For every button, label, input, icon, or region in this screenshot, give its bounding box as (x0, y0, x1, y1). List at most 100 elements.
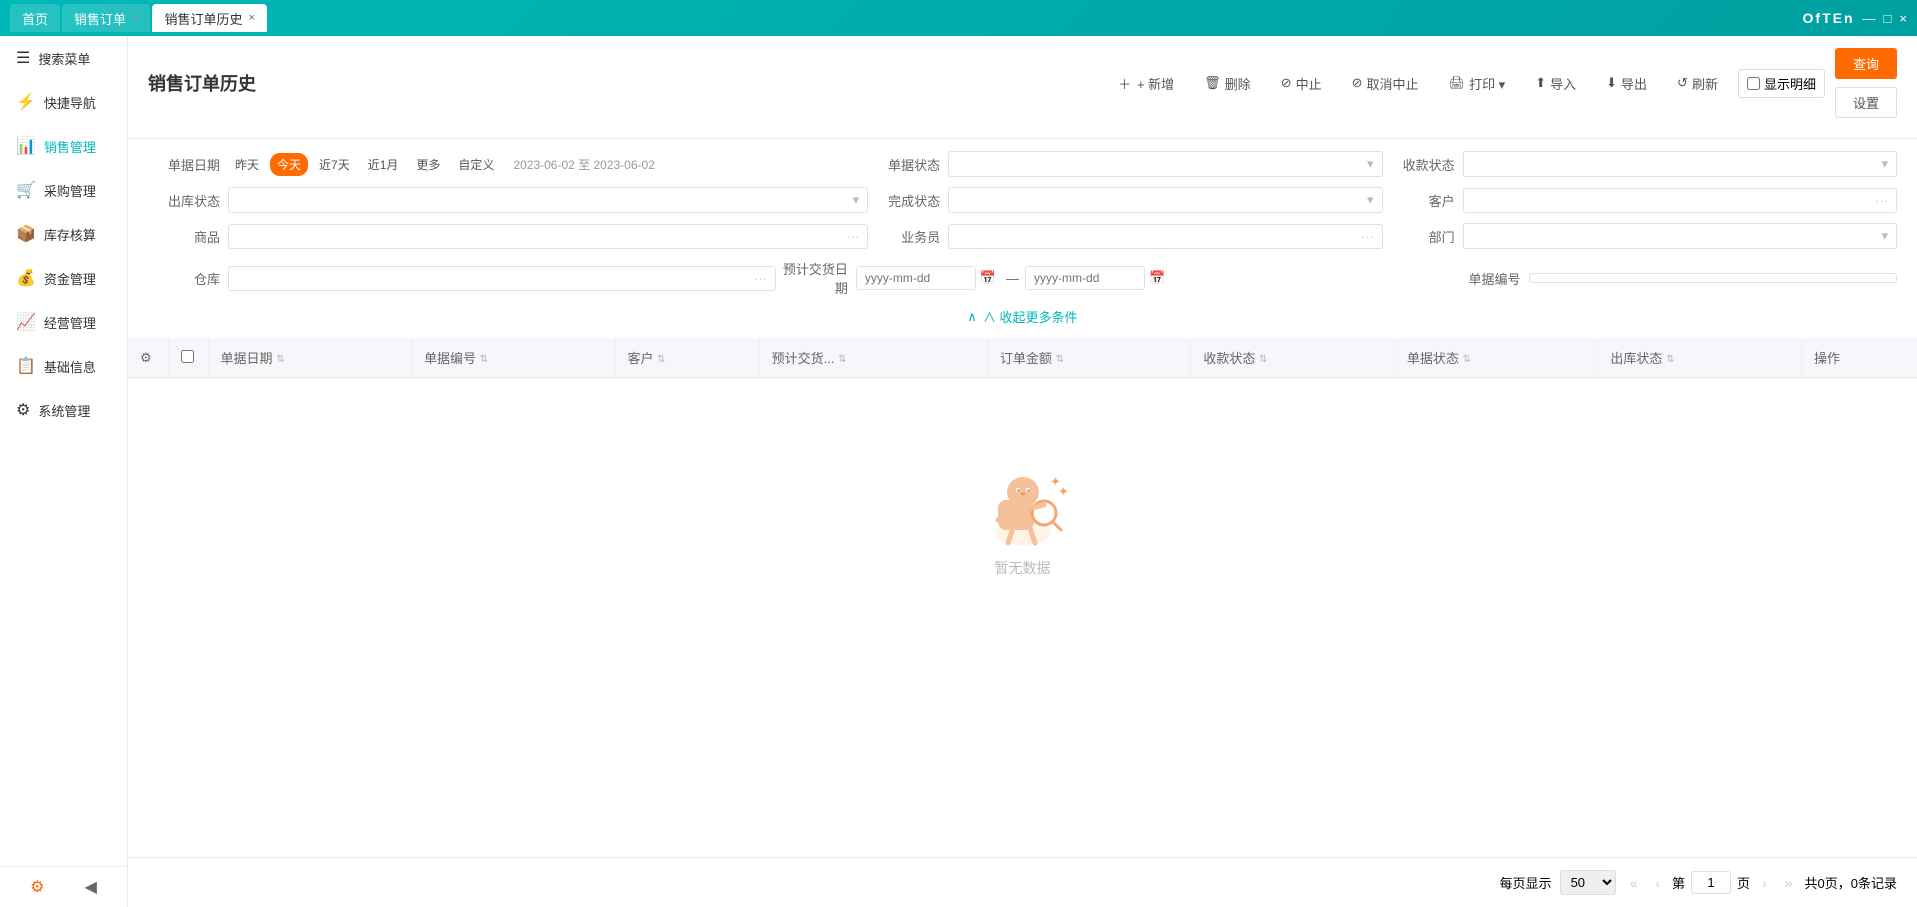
pagination: « ‹ 第 页 › » 共0页，0条记录 (1624, 871, 1897, 894)
collapse-filter-btn[interactable]: ∧ ∧ 收起更多条件 (148, 307, 1897, 326)
sidebar-item-finance[interactable]: 💰 资金管理 (0, 256, 127, 300)
sidebar-item-operations[interactable]: 📈 经营管理 (0, 300, 127, 344)
window-close[interactable]: × (1899, 11, 1907, 26)
order-status-chevron: ▾ (1367, 156, 1374, 172)
sidebar-item-search[interactable]: ☰ 搜索菜单 (0, 36, 127, 80)
settings-button[interactable]: 设置 (1835, 87, 1897, 118)
salesperson-input[interactable]: ··· (948, 224, 1382, 249)
table-col-operations: 操作 (1801, 338, 1917, 378)
sidebar-settings-icon[interactable]: ⚙ (30, 877, 44, 897)
receipt-status-select[interactable]: ▾ (1463, 151, 1897, 177)
window-minimize[interactable]: — (1863, 11, 1876, 26)
date-btn-today[interactable]: 今天 (270, 153, 308, 176)
sidebar-item-purchase[interactable]: 🛒 采购管理 (0, 168, 127, 212)
data-table: ⚙ 单据日期 ⇅ 单据编号 ⇅ 客户 ⇅ 预计交货... ⇅ 订单金额 ⇅ 收款… (128, 338, 1917, 658)
delete-button[interactable]: 🗑 删除 (1194, 69, 1261, 98)
sidebar-item-sales[interactable]: 📊 销售管理 (0, 124, 127, 168)
operations-icon: 📈 (16, 312, 36, 332)
page-number-input[interactable] (1691, 871, 1731, 894)
table-area: ⚙ 单据日期 ⇅ 单据编号 ⇅ 客户 ⇅ 预计交货... ⇅ 订单金额 ⇅ 收款… (128, 338, 1917, 857)
date-btn-1month[interactable]: 近1月 (361, 153, 406, 176)
product-dots-btn[interactable]: ··· (846, 229, 859, 244)
sidebar-item-basics[interactable]: 📋 基础信息 (0, 344, 127, 388)
first-page-button[interactable]: « (1624, 873, 1644, 893)
department-select[interactable]: ▾ (1463, 223, 1897, 249)
receipt-status-label: 收款状态 (1383, 155, 1463, 174)
select-all-checkbox[interactable] (181, 350, 194, 363)
order-number-input[interactable] (1529, 273, 1897, 283)
export-button[interactable]: ⬇ 导出 (1596, 69, 1657, 98)
sidebar-item-quicknav[interactable]: ⚡ 快捷导航 (0, 80, 127, 124)
date-btn-custom[interactable]: 自定义 (451, 153, 501, 176)
empty-text: 暂无数据 (995, 558, 1051, 578)
delivery-date-end[interactable] (1025, 266, 1145, 290)
customer-input[interactable]: ··· (1463, 188, 1897, 213)
table-header-row: ⚙ 单据日期 ⇅ 单据编号 ⇅ 客户 ⇅ 预计交货... ⇅ 订单金额 ⇅ 收款… (128, 338, 1917, 378)
order-status-label: 单据状态 (868, 155, 948, 174)
salesperson-dots-btn[interactable]: ··· (1361, 229, 1374, 244)
display-detail-checkbox[interactable]: 显示明细 (1738, 69, 1825, 98)
export-icon: ⬇ (1606, 75, 1617, 91)
table-col-settings[interactable]: ⚙ (128, 338, 168, 378)
delivery-date-start[interactable] (856, 266, 976, 290)
date-btn-yesterday[interactable]: 昨天 (228, 153, 266, 176)
search-menu-icon: ☰ (16, 48, 30, 68)
page-size-select[interactable]: 50 10 20 100 (1560, 870, 1616, 895)
main-layout: ☰ 搜索菜单 ⚡ 快捷导航 📊 销售管理 🛒 采购管理 📦 库存核算 💰 资金管… (0, 36, 1917, 907)
sidebar-label-purchase: 采购管理 (44, 181, 96, 200)
sidebar-item-inventory[interactable]: 📦 库存核算 (0, 212, 127, 256)
product-input[interactable]: ··· (228, 224, 868, 249)
sort-number-icon[interactable]: ⇅ (480, 354, 488, 365)
tab-sales-order-history[interactable]: 销售订单历史 × (152, 4, 266, 32)
sidebar-collapse-icon[interactable]: ◀ (85, 877, 97, 897)
page-header: 销售订单历史 ＋ + 新增 🗑 删除 ⊘ 中止 ⊘ 取消中止 (128, 36, 1917, 139)
stop-button[interactable]: ⊘ 中止 (1271, 69, 1332, 98)
sort-customer-icon[interactable]: ⇅ (657, 354, 665, 365)
completion-status-select[interactable]: ▾ (948, 187, 1382, 213)
refresh-icon: ↺ (1677, 75, 1688, 91)
table-col-receipt-status: 收款状态 ⇅ (1191, 338, 1395, 378)
warehouse-dots-btn[interactable]: ··· (754, 271, 767, 286)
close-tab-sales-order[interactable]: × (132, 12, 138, 24)
toolbar: ＋ + 新增 🗑 删除 ⊘ 中止 ⊘ 取消中止 🖨 打印 ▾ (1108, 48, 1897, 130)
prev-page-button[interactable]: ‹ (1649, 873, 1666, 893)
new-button[interactable]: ＋ + 新增 (1108, 69, 1184, 98)
sort-delivery-icon[interactable]: ⇅ (838, 354, 846, 365)
sort-receipt-icon[interactable]: ⇅ (1259, 354, 1267, 365)
sidebar-label-operations: 经营管理 (44, 313, 96, 332)
print-icon: 🖨 (1449, 75, 1466, 91)
sort-date-icon[interactable]: ⇅ (276, 354, 284, 365)
refresh-button[interactable]: ↺ 刷新 (1667, 69, 1728, 98)
close-tab-sales-order-history[interactable]: × (248, 12, 254, 24)
import-button[interactable]: ⬆ 导入 (1525, 69, 1586, 98)
warehouse-input[interactable]: ··· (228, 266, 776, 291)
sales-icon: 📊 (16, 136, 36, 156)
date-btn-7days[interactable]: 近7天 (312, 153, 357, 176)
tab-sales-order[interactable]: 销售订单 × (62, 4, 150, 32)
next-page-button[interactable]: › (1756, 873, 1773, 893)
table-footer: 每页显示 50 10 20 100 « ‹ 第 页 › » 共0页，0条记录 (128, 857, 1917, 907)
sidebar-bottom: ⚙ ◀ (0, 866, 127, 907)
order-status-select[interactable]: ▾ (948, 151, 1382, 177)
sidebar-item-system[interactable]: ⚙ 系统管理 (0, 388, 127, 432)
print-button[interactable]: 🖨 打印 ▾ (1439, 69, 1516, 98)
cancel-stop-button[interactable]: ⊘ 取消中止 (1342, 69, 1429, 98)
tab-home[interactable]: 首页 (10, 4, 60, 32)
calendar-end-icon[interactable]: 📅 (1149, 270, 1165, 286)
cancel-stop-icon: ⊘ (1352, 75, 1363, 91)
display-detail-input[interactable] (1747, 77, 1760, 90)
sort-outbound-icon[interactable]: ⇅ (1666, 354, 1674, 365)
date-label: 单据日期 (148, 155, 228, 174)
last-page-button[interactable]: » (1779, 873, 1799, 893)
sidebar-label-inventory: 库存核算 (44, 225, 96, 244)
date-btn-more[interactable]: 更多 (409, 153, 447, 176)
window-maximize[interactable]: □ (1884, 11, 1892, 26)
outbound-status-label: 出库状态 (148, 191, 228, 210)
outbound-status-select[interactable]: ▾ (228, 187, 868, 213)
sort-amount-icon[interactable]: ⇅ (1056, 354, 1064, 365)
query-button[interactable]: 查询 (1835, 48, 1897, 79)
sort-order-icon[interactable]: ⇅ (1463, 354, 1471, 365)
table-col-checkbox[interactable] (168, 338, 208, 378)
customer-dots-btn[interactable]: ··· (1875, 193, 1888, 208)
calendar-start-icon[interactable]: 📅 (980, 270, 996, 286)
